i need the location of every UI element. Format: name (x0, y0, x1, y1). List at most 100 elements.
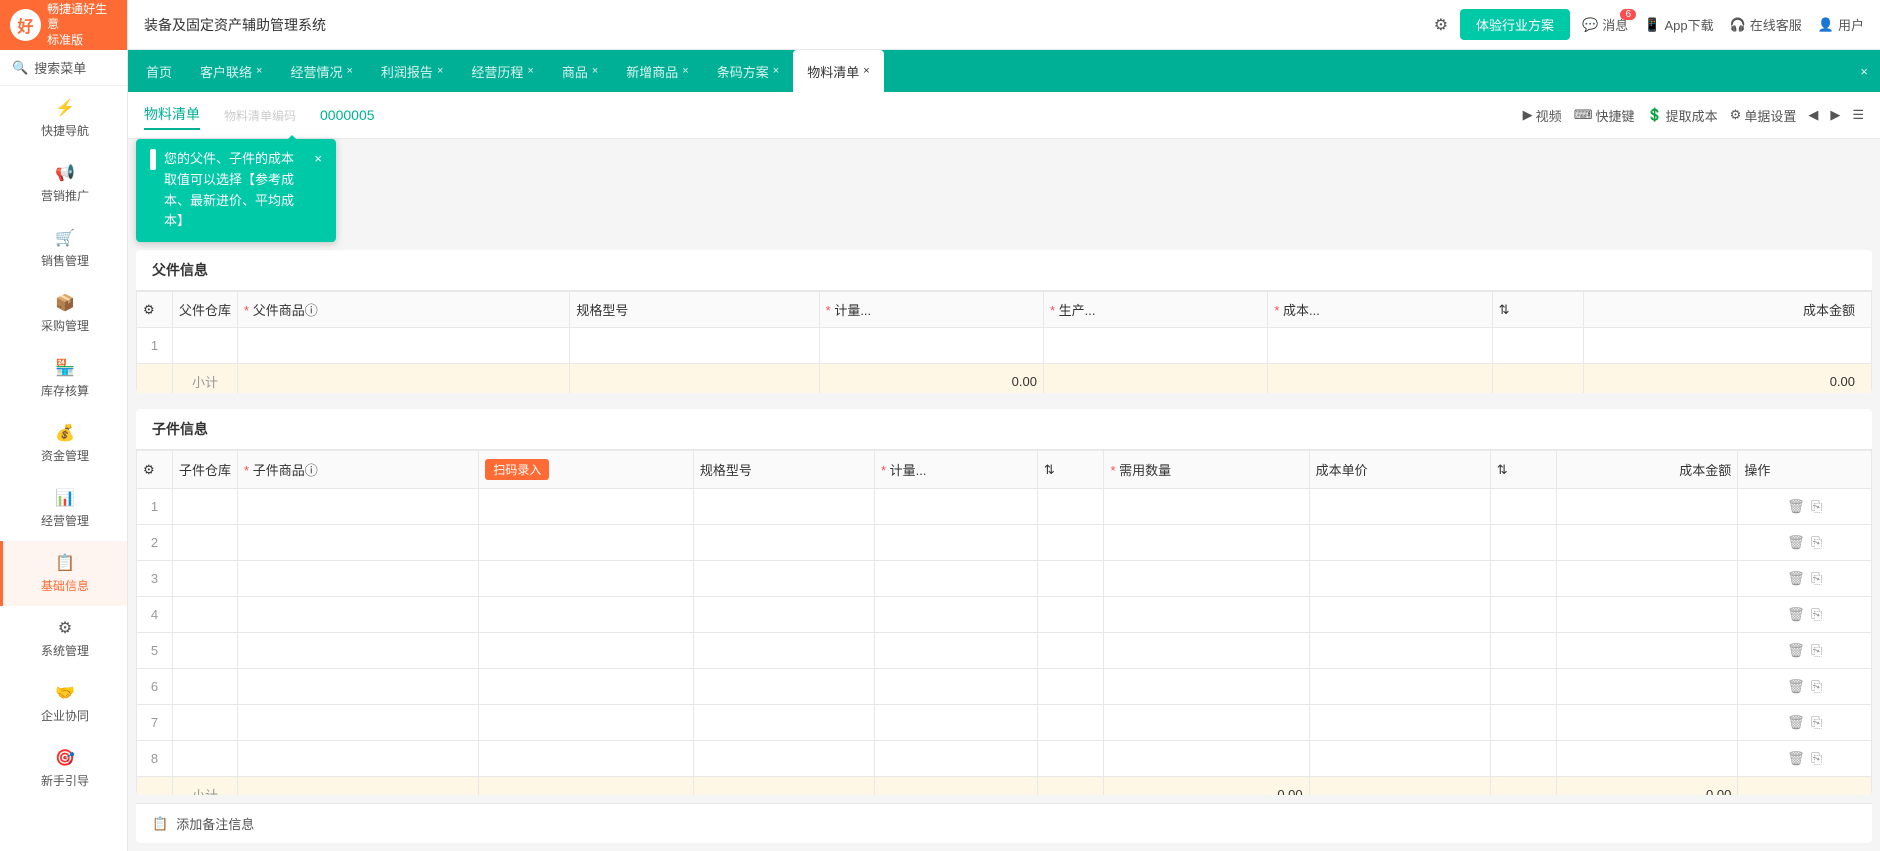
child-row-cost-amount[interactable] (1557, 525, 1738, 561)
tab-barcode-close[interactable]: × (773, 65, 779, 77)
parent-row1-product[interactable] (238, 328, 570, 364)
copy-icon[interactable]: ⎘ (1811, 642, 1822, 659)
video-action[interactable]: ▶ 视频 (1523, 106, 1562, 125)
sidebar-item-operations[interactable]: 📊 经营管理 (0, 476, 127, 541)
sidebar-item-guide[interactable]: 🎯 新手引导 (0, 736, 127, 801)
tab-operations[interactable]: 经营情况 × (276, 50, 366, 92)
online-service-action[interactable]: 🎧 在线客服 (1730, 15, 1802, 34)
tab-new-product[interactable]: 新增商品 × (612, 50, 702, 92)
copy-icon[interactable]: ⎘ (1811, 714, 1822, 731)
delete-icon[interactable]: 🗑 (1787, 678, 1805, 695)
sidebar-item-system[interactable]: ⚙ 系统管理 (0, 606, 127, 671)
sidebar-item-enterprise[interactable]: 🤝 企业协同 (0, 671, 127, 736)
delete-icon[interactable]: 🗑 (1787, 642, 1805, 659)
child-row-spec[interactable] (693, 633, 874, 669)
cost-action[interactable]: 💲 提取成本 (1646, 106, 1717, 125)
child-row-product[interactable] (238, 489, 479, 525)
copy-icon[interactable]: ⎘ (1811, 606, 1822, 623)
tab-product[interactable]: 商品 × (548, 50, 612, 92)
child-row-cost-amount[interactable] (1557, 597, 1738, 633)
message-action[interactable]: 💬 消息 6 (1582, 15, 1628, 34)
copy-icon[interactable]: ⎘ (1811, 498, 1822, 515)
child-row-warehouse[interactable] (173, 705, 238, 741)
child-row-unit-price[interactable] (1309, 489, 1490, 525)
child-row-cost-amount[interactable] (1557, 633, 1738, 669)
child-row-unit-price[interactable] (1309, 525, 1490, 561)
sub-tab-bom-list[interactable]: 物料清单 (144, 100, 200, 130)
parent-row1-warehouse[interactable] (173, 328, 238, 364)
child-row-spec[interactable] (693, 525, 874, 561)
delete-icon[interactable]: 🗑 (1787, 534, 1805, 551)
scan-input-button[interactable]: 扫码录入 (485, 459, 549, 480)
child-row-required-qty[interactable] (1104, 669, 1309, 705)
tab-profit[interactable]: 利润报告 × (367, 50, 457, 92)
child-row-cost-amount[interactable] (1557, 489, 1738, 525)
copy-icon[interactable]: ⎘ (1811, 534, 1822, 551)
delete-icon[interactable]: 🗑 (1787, 750, 1805, 767)
child-row-unit-price[interactable] (1309, 633, 1490, 669)
layout-switch[interactable]: ☰ (1852, 107, 1864, 123)
delete-icon[interactable]: 🗑 (1787, 498, 1805, 515)
tabbar-close-all[interactable]: × (1852, 64, 1876, 79)
child-row-warehouse[interactable] (173, 489, 238, 525)
child-row-product[interactable] (238, 741, 479, 777)
child-row-unit-price[interactable] (1309, 669, 1490, 705)
delete-icon[interactable]: 🗑 (1787, 606, 1805, 623)
sidebar-item-purchase[interactable]: 📦 采购管理 (0, 281, 127, 346)
child-row-required-qty[interactable] (1104, 597, 1309, 633)
copy-icon[interactable]: ⎘ (1811, 678, 1822, 695)
sidebar-item-inventory[interactable]: 🏪 库存核算 (0, 346, 127, 411)
child-row-warehouse[interactable] (173, 633, 238, 669)
child-row-unit[interactable] (874, 489, 1037, 525)
child-row-unit[interactable] (874, 741, 1037, 777)
shortcut-action[interactable]: ⌨ 快捷键 (1574, 106, 1635, 125)
single-settings-action[interactable]: ⚙ 单据设置 (1730, 106, 1797, 125)
child-row-required-qty[interactable] (1104, 525, 1309, 561)
tab-bom[interactable]: 物料清单 × (793, 50, 883, 92)
tab-product-close[interactable]: × (592, 65, 598, 77)
parent-row1-production[interactable] (1043, 328, 1267, 364)
parent-row1-cost[interactable] (1268, 328, 1492, 364)
child-row-spec[interactable] (693, 669, 874, 705)
child-row-spec[interactable] (693, 705, 874, 741)
child-row-spec[interactable] (693, 597, 874, 633)
child-row-spec[interactable] (693, 741, 874, 777)
parent-row1-spec[interactable] (570, 328, 819, 364)
search-menu[interactable]: 🔍 搜索菜单 (0, 50, 127, 86)
nav-prev[interactable]: ◀ (1808, 107, 1818, 123)
tab-customer[interactable]: 客户联络 × (186, 50, 276, 92)
child-row-unit[interactable] (874, 705, 1037, 741)
tab-bom-close[interactable]: × (863, 65, 869, 77)
child-row-warehouse[interactable] (173, 669, 238, 705)
sidebar-item-finance[interactable]: 💰 资金管理 (0, 411, 127, 476)
child-row-unit-price[interactable] (1309, 561, 1490, 597)
child-row-required-qty[interactable] (1104, 561, 1309, 597)
child-row-cost-amount[interactable] (1557, 705, 1738, 741)
tooltip-close-button[interactable]: × (314, 149, 322, 170)
child-row-required-qty[interactable] (1104, 705, 1309, 741)
child-row-warehouse[interactable] (173, 597, 238, 633)
child-row-product[interactable] (238, 669, 479, 705)
copy-icon[interactable]: ⎘ (1811, 750, 1822, 767)
tab-operations-close[interactable]: × (346, 65, 352, 77)
child-row-product[interactable] (238, 597, 479, 633)
tab-home[interactable]: 首页 (132, 50, 186, 92)
child-row-product[interactable] (238, 633, 479, 669)
nav-next[interactable]: ▶ (1830, 107, 1840, 123)
child-row-unit[interactable] (874, 561, 1037, 597)
child-row-unit[interactable] (874, 597, 1037, 633)
tab-barcode[interactable]: 条码方案 × (703, 50, 793, 92)
child-row-required-qty[interactable] (1104, 741, 1309, 777)
gear-button[interactable]: ⚙ (1434, 15, 1448, 35)
child-row-spec[interactable] (693, 489, 874, 525)
child-row-cost-amount[interactable] (1557, 561, 1738, 597)
child-row-required-qty[interactable] (1104, 489, 1309, 525)
copy-icon[interactable]: ⎘ (1811, 570, 1822, 587)
tab-history-close[interactable]: × (527, 65, 533, 77)
app-download-action[interactable]: 📱 App下载 (1644, 15, 1713, 34)
child-row-warehouse[interactable] (173, 561, 238, 597)
child-row-unit-price[interactable] (1309, 705, 1490, 741)
parent-row1-unit[interactable] (819, 328, 1043, 364)
child-row-product[interactable] (238, 705, 479, 741)
user-action[interactable]: 👤 用户 (1818, 15, 1864, 34)
